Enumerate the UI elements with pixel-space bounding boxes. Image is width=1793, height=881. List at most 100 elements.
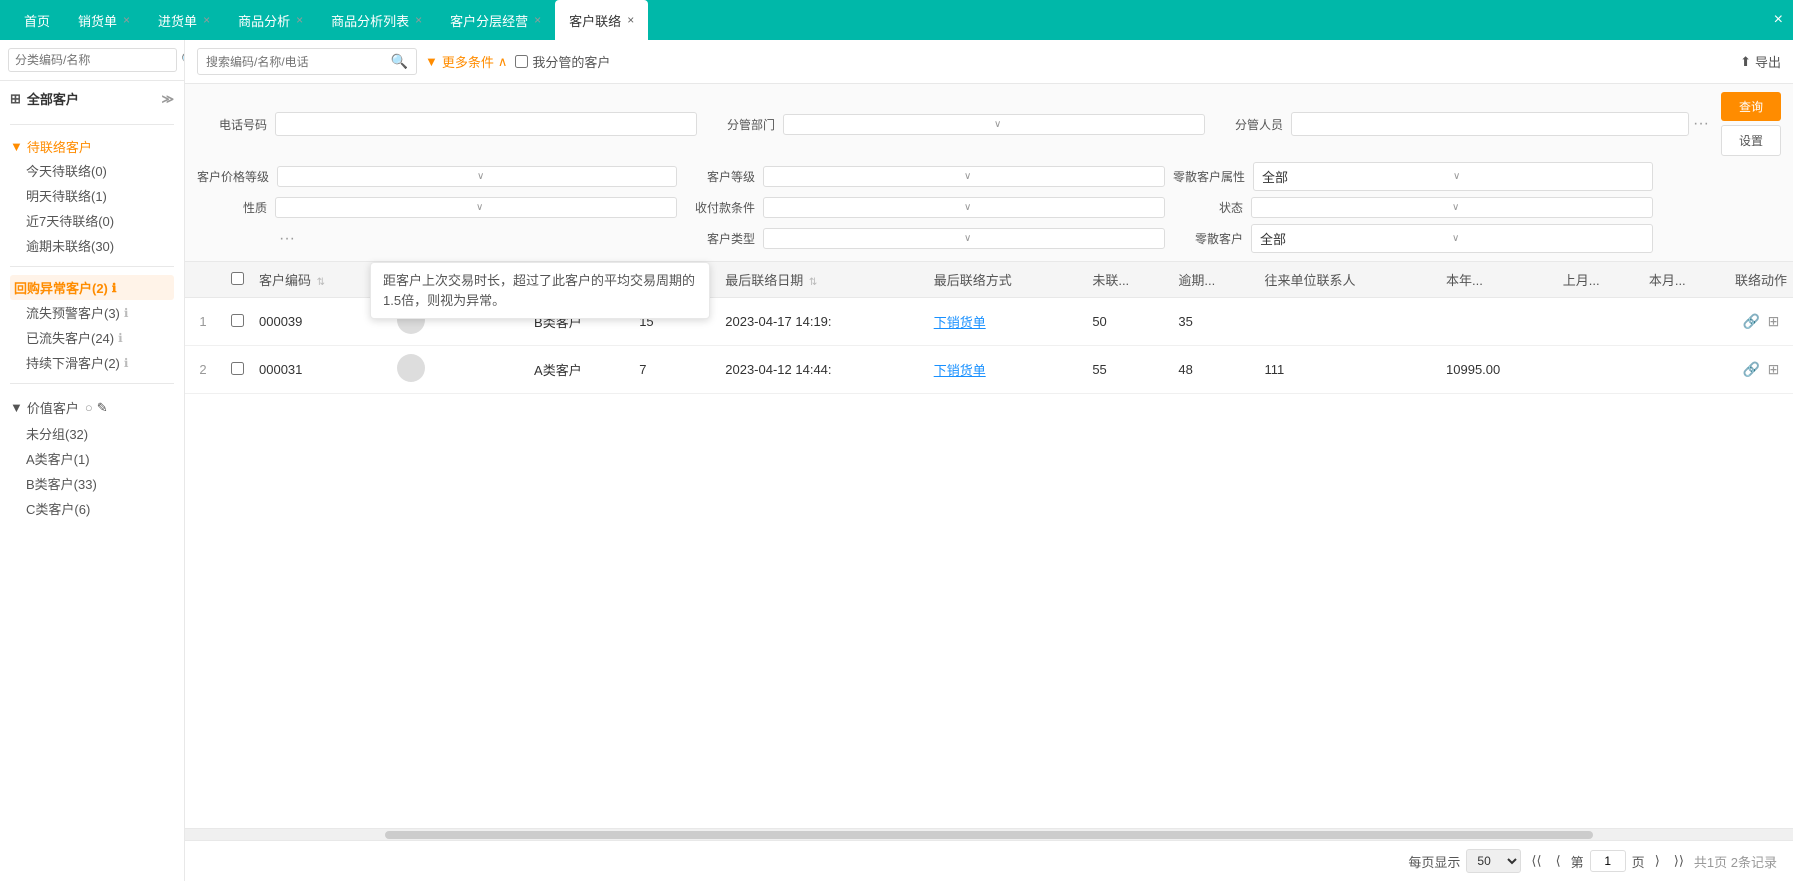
search-input[interactable] <box>206 55 391 69</box>
col-lastdate-header[interactable]: 最后联络日期 ⇅ <box>719 262 927 298</box>
select-all-checkbox[interactable] <box>231 272 244 285</box>
tab-product-analysis-list[interactable]: 商品分析列表 × <box>317 0 436 40</box>
close-tab-sales[interactable]: × <box>123 13 130 27</box>
export-btn[interactable]: ⬆ 导出 <box>1740 52 1781 71</box>
sidebar-item-a-class[interactable]: A类客户(1) <box>10 446 174 471</box>
tab-purchase[interactable]: 进货单 × <box>144 0 224 40</box>
filter-dept-select[interactable]: ∨ <box>783 114 1205 135</box>
manager-more-icon[interactable]: ··· <box>1689 115 1713 133</box>
close-tab-purchase[interactable]: × <box>203 13 210 27</box>
filter-customer-type-select[interactable]: ∨ <box>763 228 1165 249</box>
action-grid-icon-1[interactable]: ⊞ <box>1768 361 1780 377</box>
close-tab-product-analysis[interactable]: × <box>296 13 303 27</box>
filter-nature-select[interactable]: ∨ <box>275 197 677 218</box>
cell-code-1: 000031 <box>253 346 391 394</box>
filter-dots-btn[interactable]: ··· <box>275 230 299 248</box>
sidebar-item-ungroup[interactable]: 未分组(32) <box>10 421 174 446</box>
filter-price-level-label: 客户价格等级 <box>197 168 269 185</box>
filter-customer-type-label: 客户类型 <box>685 230 755 247</box>
sidebar-item-overdue[interactable]: 逾期未联络(30) <box>10 233 174 258</box>
pending-contact-group[interactable]: ▼ 待联络客户 <box>10 133 174 158</box>
customer-level-arrow: ∨ <box>964 171 1156 182</box>
value-settings-icon[interactable]: ✎ <box>97 400 108 416</box>
repurchase-section: 回购异常客户(2) ℹ 流失预警客户(3) ℹ 已流失客户(24) ℹ 持续下滑… <box>0 273 184 377</box>
per-page-select[interactable]: 50 100 200 <box>1466 849 1521 873</box>
table-wrap: 客户编码 ⇅ 客户名称 ⇅ 客户... 联络... <box>185 262 1793 828</box>
filter-price-level: 客户价格等级 ∨ <box>197 166 677 187</box>
sidebar-search-input[interactable] <box>8 48 177 72</box>
close-tab-product-analysis-list[interactable]: × <box>415 13 422 27</box>
table-row: 2 000031 A类客户 7 2023-04-12 14:44: 下销货单 5… <box>185 346 1793 394</box>
sidebar-item-today[interactable]: 今天待联络(0) <box>10 158 174 183</box>
col-overdue-header: 逾期... <box>1172 262 1258 298</box>
settings-button[interactable]: 设置 <box>1721 125 1781 156</box>
sidebar-item-c-class[interactable]: C类客户(6) <box>10 496 174 521</box>
cell-lastmethod-0[interactable]: 下销货单 <box>928 298 1087 346</box>
divider-3 <box>10 383 174 384</box>
cell-unread-0: 50 <box>1086 298 1172 346</box>
prev-page-btn[interactable]: ⟨ <box>1552 851 1565 871</box>
filter-payment-select[interactable]: ∨ <box>763 197 1165 218</box>
sidebar-collapse-btn[interactable]: ≫ <box>161 92 174 106</box>
sidebar-item-repurchase-abnormal[interactable]: 回购异常客户(2) ℹ <box>10 275 174 300</box>
cell-contacts-1: 111 <box>1258 346 1440 394</box>
first-page-btn[interactable]: ⟨⟨ <box>1527 851 1545 871</box>
tab-customer-contact[interactable]: 客户联络 × <box>555 0 648 40</box>
filter-status: 状态 ∨ <box>1173 197 1653 218</box>
my-customer-checkbox-label[interactable]: 我分管的客户 <box>515 52 610 71</box>
filter-manager-label: 分管人员 <box>1213 116 1283 133</box>
tab-home[interactable]: 首页 <box>10 0 64 40</box>
filter-more-btn[interactable]: ▼ 更多条件 ∧ <box>425 52 507 71</box>
page-input[interactable] <box>1590 850 1626 872</box>
last-page-btn[interactable]: ⟩⟩ <box>1670 851 1688 871</box>
sidebar-item-7days[interactable]: 近7天待联络(0) <box>10 208 174 233</box>
filter-scatter-customer-select[interactable]: 全部 ∨ <box>1251 224 1653 253</box>
value-section-header[interactable]: ▼ 价值客户 ○ ✎ <box>10 394 174 421</box>
cell-check-0[interactable] <box>221 298 253 346</box>
col-contacts-header: 往来单位联系人 <box>1258 262 1440 298</box>
scroll-track[interactable] <box>385 831 1593 839</box>
value-edit-icon[interactable]: ○ <box>85 400 93 415</box>
sidebar-item-lost[interactable]: 已流失客户(24) ℹ <box>10 325 174 350</box>
row-checkbox-0[interactable] <box>231 314 244 327</box>
query-button[interactable]: 查询 <box>1721 92 1781 121</box>
cell-lastdate-0: 2023-04-17 14:19: <box>719 298 927 346</box>
close-tab-customer-contact[interactable]: × <box>627 13 634 27</box>
sidebar-item-tomorrow[interactable]: 明天待联络(1) <box>10 183 174 208</box>
my-customer-checkbox[interactable] <box>515 55 528 68</box>
tab-product-analysis[interactable]: 商品分析 × <box>224 0 317 40</box>
last-method-link-1[interactable]: 下销货单 <box>934 363 986 378</box>
sidebar-all-customers[interactable]: ⊞ 全部客户 ≫ <box>10 89 174 108</box>
window-close-icon[interactable]: × <box>1774 11 1783 29</box>
filter-customer-level-select[interactable]: ∨ <box>763 166 1165 187</box>
action-link-icon-0[interactable]: 🔗 <box>1743 313 1760 329</box>
filter-phone-input[interactable] <box>275 112 697 136</box>
tab-sales[interactable]: 销货单 × <box>64 0 144 40</box>
cell-check-1[interactable] <box>221 346 253 394</box>
close-tab-customer-tier[interactable]: × <box>534 13 541 27</box>
divider-1 <box>10 124 174 125</box>
sidebar-item-loss-warning[interactable]: 流失预警客户(3) ℹ <box>10 300 174 325</box>
info-icon-declining: ℹ <box>124 356 129 370</box>
payment-arrow: ∨ <box>964 202 1156 213</box>
filter-scatter-attr-select[interactable]: 全部 ∨ <box>1253 162 1653 191</box>
horizontal-scrollbar[interactable] <box>185 828 1793 840</box>
info-icon-loss: ℹ <box>124 306 129 320</box>
last-method-link-0[interactable]: 下销货单 <box>934 315 986 330</box>
cell-type-1: A类客户 <box>528 346 633 394</box>
filter-price-level-select[interactable]: ∨ <box>277 166 677 187</box>
top-nav: 首页 销货单 × 进货单 × 商品分析 × 商品分析列表 × 客户分层经营 × … <box>0 0 1793 40</box>
action-link-icon-1[interactable]: 🔗 <box>1743 361 1760 377</box>
filter-status-select[interactable]: ∨ <box>1251 197 1653 218</box>
next-page-btn[interactable]: ⟩ <box>1651 851 1664 871</box>
sidebar-item-b-class[interactable]: B类客户(33) <box>10 471 174 496</box>
filter-scatter-customer-label: 零散客户 <box>1173 230 1243 247</box>
search-icon[interactable]: 🔍 <box>391 53 408 70</box>
cell-lastdate-1: 2023-04-12 14:44: <box>719 346 927 394</box>
tab-customer-tier[interactable]: 客户分层经营 × <box>436 0 555 40</box>
sidebar-item-declining[interactable]: 持续下滑客户(2) ℹ <box>10 350 174 375</box>
action-grid-icon-0[interactable]: ⊞ <box>1768 313 1780 329</box>
row-checkbox-1[interactable] <box>231 362 244 375</box>
filter-manager-input[interactable] <box>1291 112 1689 136</box>
cell-lastmethod-1[interactable]: 下销货单 <box>928 346 1087 394</box>
